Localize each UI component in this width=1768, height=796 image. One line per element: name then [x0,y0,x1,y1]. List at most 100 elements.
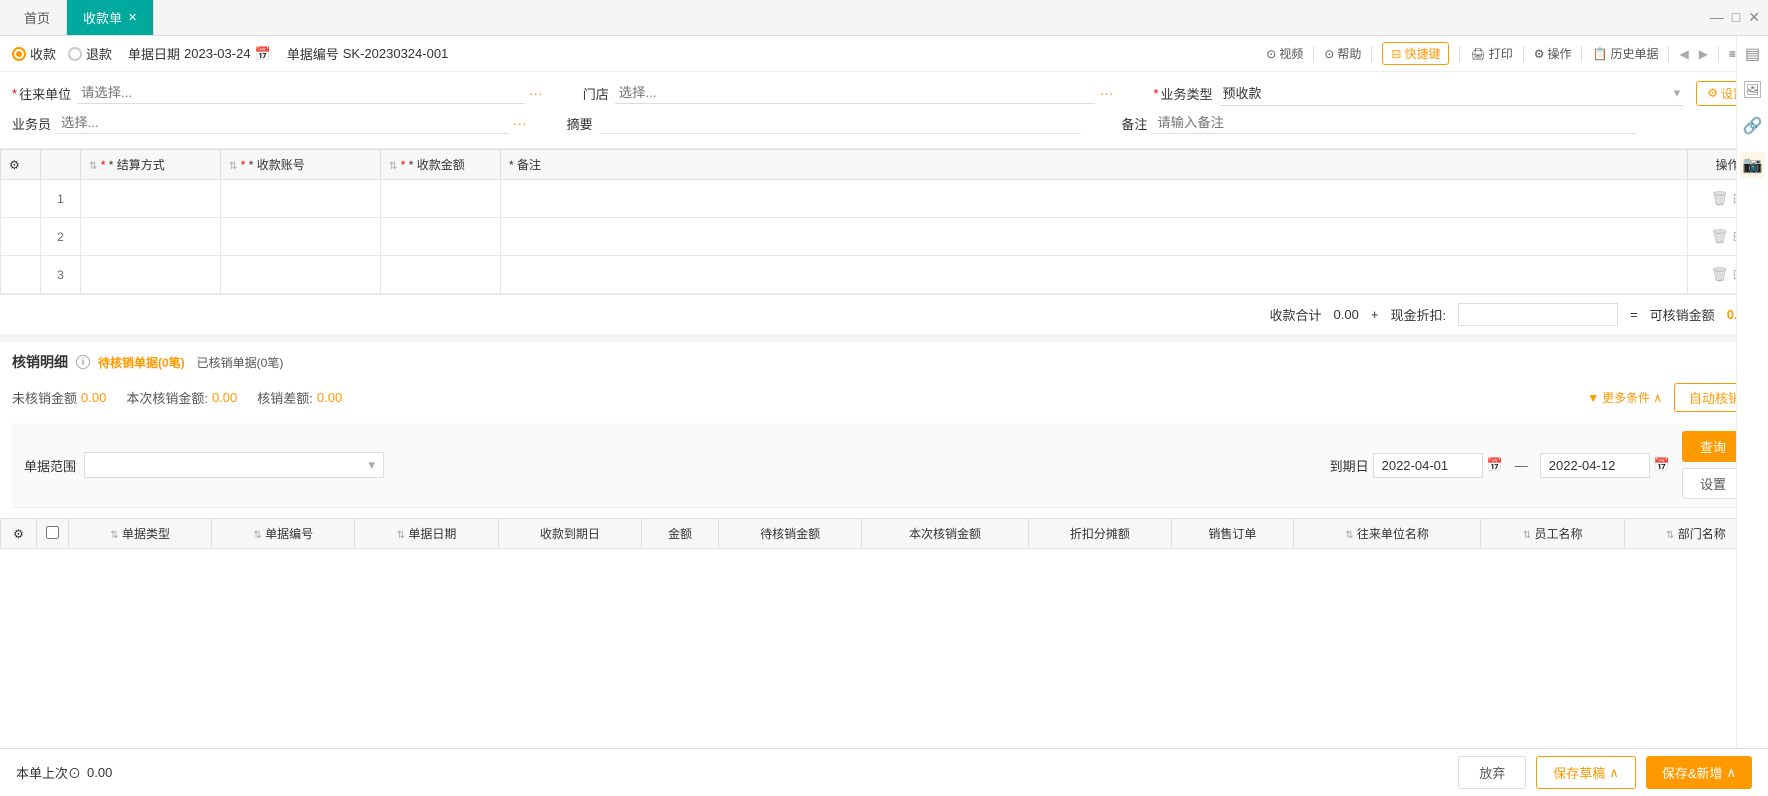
save-draft-label: 保存草稿 [1553,763,1605,782]
row1-account[interactable] [221,180,381,218]
date-from-icon[interactable]: 📅 [1487,457,1503,473]
bottom-table: ⚙ ⇅ 单据类型 ⇅ 单据编号 ⇅ 单据日期 [0,518,1768,549]
table-section: ⚙ ⇅ * * 结算方式 ⇅ * * 收款账号 ⇅ * [0,149,1768,294]
row3-amount[interactable] [381,256,501,294]
current-value: 0.00 [212,390,237,405]
main-content: 收款 退款 单据日期 2023-03-24 📅 单据编号 SK-20230324… [0,36,1768,796]
verify-title-text: 核销明细 [12,352,68,372]
sidebar-image-icon[interactable]: 🖼 [1742,80,1762,100]
doc-num-value[interactable]: SK-20230324-001 [343,46,449,61]
remark-input[interactable] [1153,112,1636,134]
scope-group: 单据范围 ▾ [24,452,1318,478]
table-row: 3 🗑 ⊞ [1,256,1768,294]
scope-label: 单据范围 [24,456,76,475]
tab-receipt[interactable]: 收款单 ✕ [67,0,154,35]
discount-input[interactable] [1458,303,1618,326]
verify-settings-btn[interactable]: 设置 [1682,468,1744,499]
operation-btn[interactable]: ⚙ 操作 [1534,45,1572,62]
row1-settlement[interactable] [81,180,221,218]
close-btn[interactable]: ✕ [1748,9,1760,26]
verify-info-icon[interactable]: i [76,355,90,369]
diff-stat: 核销差额: 0.00 [257,388,342,407]
store-more-btn[interactable]: ··· [1099,85,1113,101]
row1-amount[interactable] [381,180,501,218]
row1-num: 1 [41,180,81,218]
history-btn[interactable]: 📋 历史单据 [1592,45,1658,62]
counterparty-field: * 往来单位 ··· [12,82,543,104]
summary-input[interactable] [599,112,1082,134]
row2-gear [1,218,41,256]
sidebar-link-icon[interactable]: 🔗 [1743,116,1763,136]
sidebar-table-icon[interactable]: ▤ [1745,44,1760,64]
tab-bar: 首页 收款单 ✕ — □ ✕ [0,0,1768,36]
counterparty-input[interactable] [77,82,525,104]
row3-remark[interactable] [501,256,1688,294]
maximize-btn[interactable]: □ [1732,9,1740,26]
video-btn[interactable]: ⊙ 视频 [1266,45,1303,62]
bt-checkbox-all[interactable] [46,526,59,539]
next-btn[interactable]: ▶ [1699,47,1708,61]
row2-delete-icon[interactable]: 🗑 [1711,228,1729,245]
verify-stats: 未核销金额 0.00 本次核销金额: 0.00 核销差额: 0.00 [12,388,342,407]
date-to-icon[interactable]: 📅 [1654,457,1670,473]
staff-more-btn[interactable]: ··· [513,115,527,131]
receipt-type-group: 收款 退款 [12,44,112,63]
biz-type-select[interactable]: 预收款 ▾ [1219,80,1685,106]
radio-refund[interactable]: 退款 [68,44,112,63]
bt-col-gear[interactable]: ⚙ [1,519,37,549]
scope-select[interactable]: ▾ [84,452,384,478]
row3-account[interactable] [221,256,381,294]
staff-label: 业务员 [12,114,51,133]
save-draft-btn[interactable]: 保存草稿 ∧ [1536,756,1636,789]
bt-col-amount: 金额 [642,519,719,549]
bottom-info: 本单上次⊙ 0.00 [16,763,112,782]
doc-num-group: 单据编号 SK-20230324-001 [287,44,449,63]
doc-date-value[interactable]: 2023-03-24 [184,46,251,61]
date-to-input[interactable] [1540,453,1650,478]
staff-input[interactable] [57,112,509,134]
grid-icon[interactable]: ≡ [1729,47,1736,61]
print-btn[interactable]: 🖨 打印 [1470,45,1512,62]
more-conditions-btn[interactable]: ▼ 更多条件 ∧ [1587,389,1662,406]
save-new-btn[interactable]: 保存&新增 ∧ [1646,756,1752,789]
history-icon: 📋 [1592,47,1607,61]
help-btn[interactable]: ⊙ 帮助 [1324,45,1361,62]
col-gear[interactable]: ⚙ [1,150,41,180]
minimize-btn[interactable]: — [1710,9,1724,26]
bt-col-counterparty: ⇅ 往来单位名称 [1293,519,1481,549]
radio-refund-dot [68,47,82,61]
row2-amount[interactable] [381,218,501,256]
gear-icon: ⚙ [1707,86,1718,100]
abandon-btn[interactable]: 放弃 [1458,756,1526,789]
row1-remark[interactable] [501,180,1688,218]
row1-gear [1,180,41,218]
tab-home[interactable]: 首页 [8,0,67,35]
calendar-icon[interactable]: 📅 [255,46,271,62]
row2-remark[interactable] [501,218,1688,256]
row1-delete-icon[interactable]: 🗑 [1711,190,1729,207]
done-tab[interactable]: 已核销单据(0笔) [197,354,284,371]
bt-col-collect-date: 收款到期日 [498,519,642,549]
store-input[interactable] [615,82,1096,104]
col-account-header: ⇅ * * 收款账号 [221,150,381,180]
shortcut-icon: ⊟ [1391,47,1401,61]
tab-receipt-close[interactable]: ✕ [128,11,137,24]
counterparty-more-btn[interactable]: ··· [529,85,543,101]
save-draft-chevron: ∧ [1609,765,1619,781]
row3-settlement[interactable] [81,256,221,294]
date-from-input[interactable] [1373,453,1483,478]
summary-label: 摘要 [567,114,593,133]
divider6 [1668,46,1669,62]
shortcut-btn[interactable]: ⊟ 快捷键 [1382,42,1449,65]
current-stat: 本次核销金额: 0.00 [126,388,237,407]
pending-tab[interactable]: 待核销单据(0笔) [98,354,185,371]
sidebar-camera-icon[interactable]: 📷 [1740,152,1766,178]
prev-btn[interactable]: ◀ [1679,47,1688,61]
row3-delete-icon[interactable]: 🗑 [1711,266,1729,283]
row2-account[interactable] [221,218,381,256]
query-btn[interactable]: 查询 [1682,431,1744,462]
row2-settlement[interactable] [81,218,221,256]
bt-col-sales-order: 销售订单 [1172,519,1293,549]
toolbar-right: ⊙ 视频 ⊙ 帮助 ⊟ 快捷键 🖨 打印 ⚙ 操作 [1266,42,1756,65]
radio-receive[interactable]: 收款 [12,44,56,63]
